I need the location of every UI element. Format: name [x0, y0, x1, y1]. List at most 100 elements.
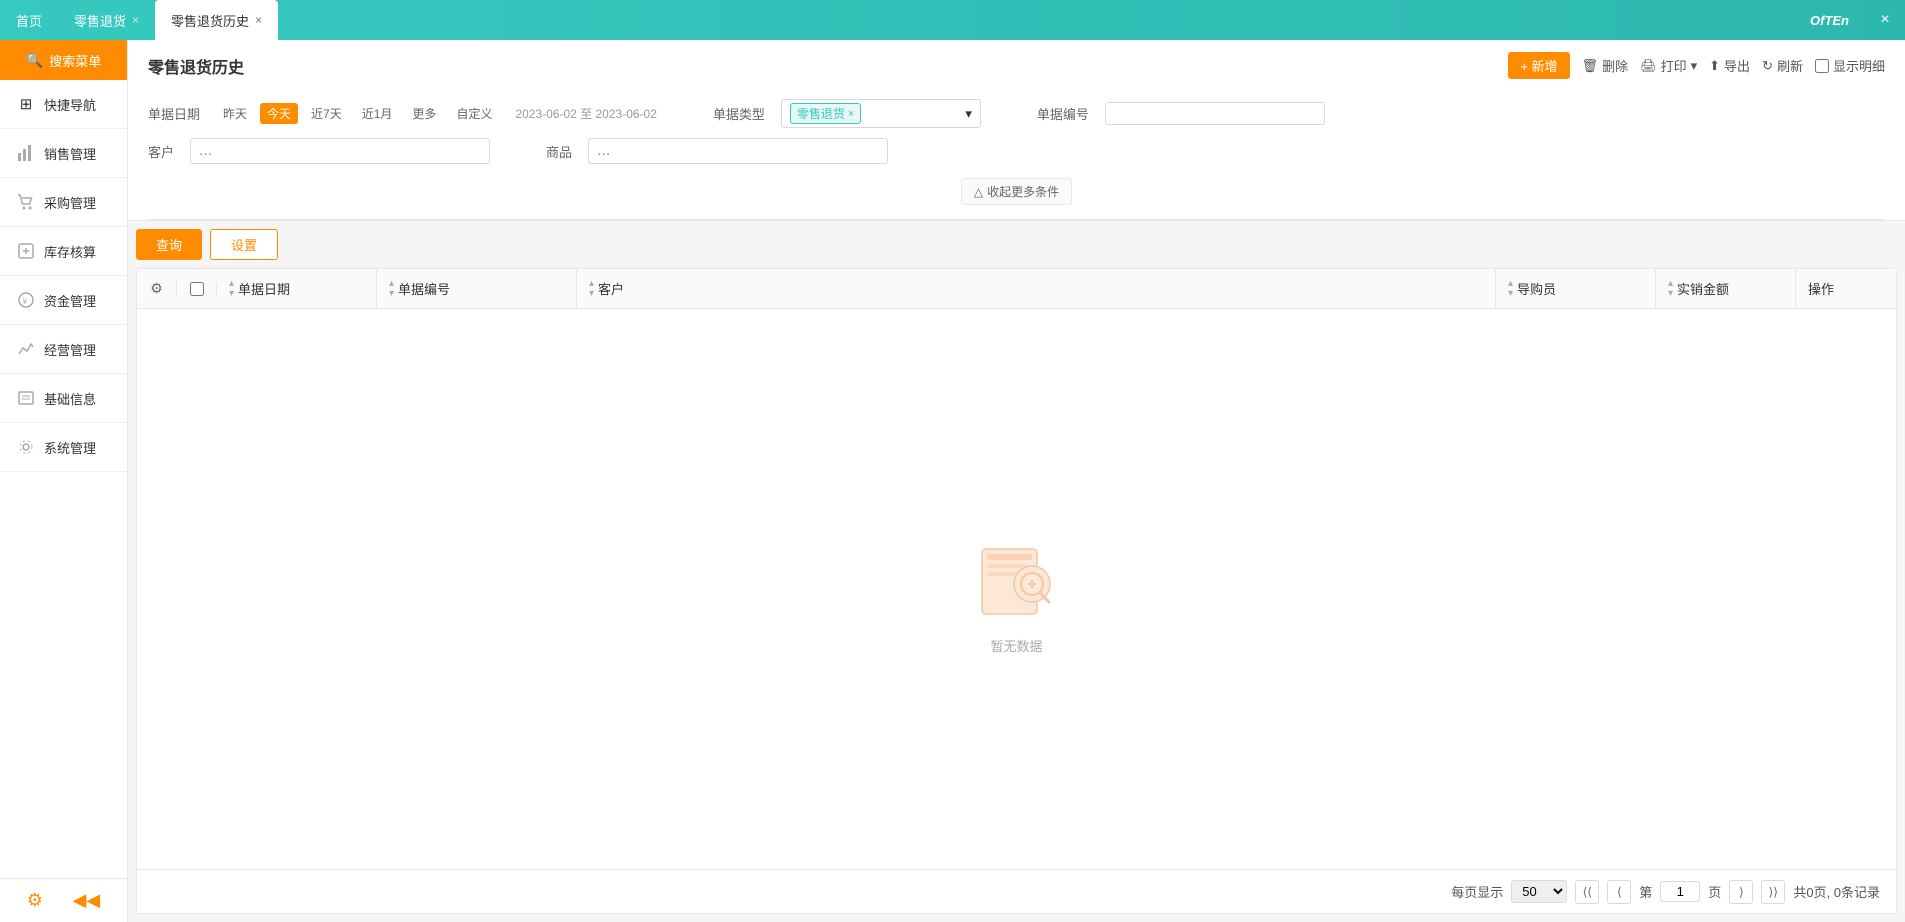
brand-text: OfTEn — [1810, 13, 1849, 28]
next-page-button[interactable]: ⟩ — [1729, 880, 1753, 904]
type-filter-select[interactable]: 零售退货 × ▾ — [781, 99, 981, 128]
col-customer-label: 客户 — [598, 279, 624, 298]
settings-button[interactable]: ⚙ — [27, 890, 43, 911]
col-header-amount[interactable]: ▴▾ 实销金额 — [1656, 269, 1796, 308]
collapse-filter-button[interactable]: △ 收起更多条件 — [961, 178, 1072, 205]
goods-filter-dots: ... — [597, 142, 610, 159]
toolbar: + 新增 🗑 删除 🖨 打印 ▾ ⬆ 导出 ↻ — [1508, 52, 1885, 79]
doc-no-filter-input[interactable] — [1105, 102, 1325, 125]
table-header: ⚙ ▴▾ 单据日期 ▴▾ 单据编号 ▴▾ 客户 ▴▾ 导 — [137, 269, 1896, 309]
sidebar-search[interactable]: 🔍 搜索菜单 — [0, 40, 127, 80]
page-size-label: 每页显示 — [1451, 882, 1503, 901]
sidebar-item-quick-nav[interactable]: ⊞ 快捷导航 — [0, 80, 127, 129]
page-label-before: 第 — [1639, 882, 1652, 901]
sidebar-item-biz-mgmt-label: 经营管理 — [44, 340, 96, 359]
content-area: 零售退货历史 + 新增 🗑 删除 🖨 打印 ▾ ⬆ 导出 — [128, 40, 1905, 922]
svg-text:¥: ¥ — [22, 297, 28, 306]
export-button[interactable]: ⬆ 导出 — [1709, 56, 1750, 75]
tab-home-label: 首页 — [16, 11, 42, 30]
show-detail-check[interactable]: 显示明细 — [1815, 56, 1885, 75]
sidebar-item-stock-calc[interactable]: 库存核算 — [0, 227, 127, 276]
type-filter-tag-text: 零售退货 — [797, 105, 845, 122]
date-last7[interactable]: 近7天 — [304, 103, 349, 124]
refresh-button[interactable]: ↻ 刷新 — [1762, 56, 1803, 75]
base-info-icon — [16, 388, 36, 408]
export-label: 导出 — [1724, 56, 1750, 75]
first-page-button[interactable]: ⟨⟨ — [1575, 880, 1599, 904]
customer-filter-label: 客户 — [148, 142, 174, 161]
tab-home[interactable]: 首页 — [0, 0, 58, 40]
date-range-display: 2023-06-02 至 2023-06-02 — [515, 105, 656, 122]
date-yesterday[interactable]: 昨天 — [216, 103, 254, 124]
empty-text: 暂无数据 — [990, 636, 1042, 655]
sidebar-bottom: ⚙ ◀◀ — [0, 878, 127, 922]
sidebar-item-stock-calc-label: 库存核算 — [44, 242, 96, 261]
export-icon: ⬆ — [1709, 58, 1720, 74]
query-button[interactable]: 查询 — [136, 229, 202, 260]
goods-filter-input[interactable]: ... — [588, 138, 888, 164]
print-dropdown-icon: ▾ — [1691, 58, 1698, 74]
sys-mgmt-icon — [16, 437, 36, 457]
col-header-customer[interactable]: ▴▾ 客户 — [577, 269, 1496, 308]
window-close-button[interactable]: × — [1865, 0, 1905, 40]
filter-area: 单据日期 昨天 今天 近7天 近1月 更多 自定义 2023-06-02 至 2… — [148, 89, 1885, 220]
tab-retail-return-history-close[interactable]: × — [255, 13, 262, 27]
show-detail-label: 显示明细 — [1833, 56, 1885, 75]
total-info: 共0页, 0条记录 — [1793, 882, 1880, 901]
biz-mgmt-icon — [16, 339, 36, 359]
delete-button[interactable]: 🗑 删除 — [1582, 56, 1629, 75]
delete-label: 删除 — [1602, 56, 1628, 75]
table-settings-icon[interactable]: ⚙ — [137, 280, 177, 297]
sidebar-item-purchase-mgmt[interactable]: 采购管理 — [0, 178, 127, 227]
print-button[interactable]: 🖨 打印 ▾ — [1640, 56, 1697, 75]
type-filter-dropdown-icon: ▾ — [965, 106, 972, 122]
print-label: 打印 — [1661, 56, 1687, 75]
col-header-date[interactable]: ▴▾ 单据日期 — [217, 269, 377, 308]
sidebar-item-sys-mgmt-label: 系统管理 — [44, 438, 96, 457]
col-op-label: 操作 — [1808, 279, 1834, 298]
delete-icon: 🗑 — [1582, 58, 1599, 74]
print-icon: 🖨 — [1640, 58, 1657, 74]
guide-sort-icon: ▴▾ — [1508, 279, 1513, 299]
date-today[interactable]: 今天 — [260, 103, 298, 124]
sidebar-item-purchase-mgmt-label: 采购管理 — [44, 193, 96, 212]
sidebar-item-base-info[interactable]: 基础信息 — [0, 374, 127, 423]
page-header: 零售退货历史 + 新增 🗑 删除 🖨 打印 ▾ ⬆ 导出 — [128, 40, 1905, 221]
search-icon: 🔍 — [26, 52, 43, 69]
page-number-input[interactable] — [1660, 881, 1700, 902]
tab-retail-return[interactable]: 零售退货 × — [58, 0, 155, 40]
sidebar-item-fund-mgmt[interactable]: ¥ 资金管理 — [0, 276, 127, 325]
volume-button[interactable]: ◀◀ — [73, 890, 101, 911]
add-button[interactable]: + 新增 — [1508, 52, 1569, 79]
prev-page-button[interactable]: ⟨ — [1607, 880, 1631, 904]
date-sort-icon: ▴▾ — [229, 279, 234, 299]
type-filter-tag-close[interactable]: × — [848, 108, 854, 120]
customer-filter-input[interactable]: ... — [190, 138, 490, 164]
select-all-checkbox[interactable] — [190, 282, 204, 296]
col-header-op: 操作 — [1796, 269, 1896, 308]
col-header-no[interactable]: ▴▾ 单据编号 — [377, 269, 577, 308]
sidebar-item-biz-mgmt[interactable]: 经营管理 — [0, 325, 127, 374]
refresh-label: 刷新 — [1777, 56, 1803, 75]
no-sort-icon: ▴▾ — [389, 279, 394, 299]
date-last-month[interactable]: 近1月 — [355, 103, 400, 124]
sidebar-item-sys-mgmt[interactable]: 系统管理 — [0, 423, 127, 472]
sidebar-item-sales-mgmt-label: 销售管理 — [44, 144, 96, 163]
table-check-all[interactable] — [177, 282, 217, 296]
collapse-label: 收起更多条件 — [987, 183, 1059, 200]
col-date-label: 单据日期 — [238, 279, 290, 298]
action-buttons: 查询 设置 — [128, 221, 1905, 260]
date-custom[interactable]: 自定义 — [449, 103, 499, 124]
filter-row-1: 单据日期 昨天 今天 近7天 近1月 更多 自定义 2023-06-02 至 2… — [148, 99, 1885, 128]
col-header-guide[interactable]: ▴▾ 导购员 — [1496, 269, 1656, 308]
tab-retail-return-history[interactable]: 零售退货历史 × — [155, 0, 278, 40]
sidebar-search-label: 搜索菜单 — [49, 51, 101, 70]
tab-retail-return-close[interactable]: × — [132, 13, 139, 27]
filter-settings-button[interactable]: 设置 — [210, 229, 278, 260]
show-detail-checkbox[interactable] — [1815, 59, 1829, 73]
col-guide-label: 导购员 — [1517, 279, 1556, 298]
date-more[interactable]: 更多 — [405, 103, 443, 124]
sidebar-item-sales-mgmt[interactable]: 销售管理 — [0, 129, 127, 178]
last-page-button[interactable]: ⟩⟩ — [1761, 880, 1785, 904]
page-size-select[interactable]: 50 10 20 100 — [1511, 880, 1567, 903]
